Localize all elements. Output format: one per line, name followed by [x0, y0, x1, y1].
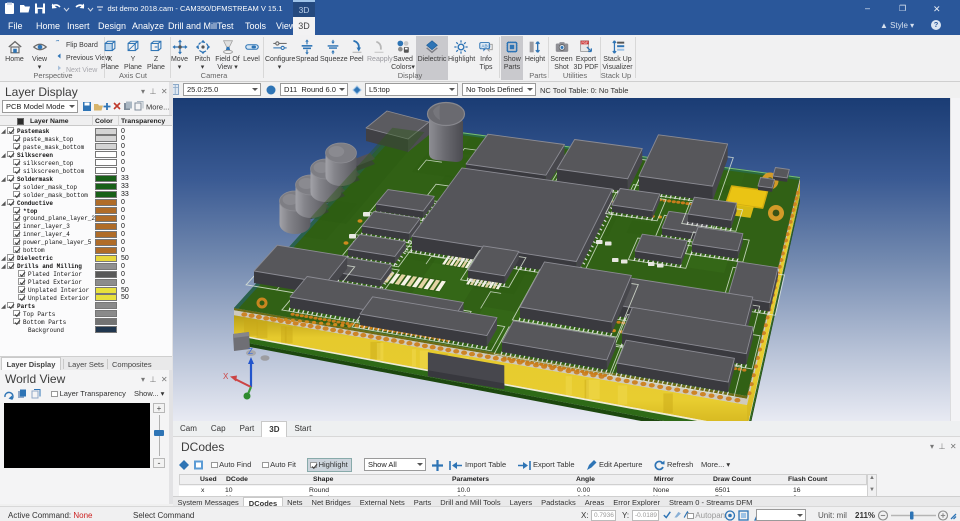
svg-text:PDF: PDF [582, 41, 588, 45]
svg-text:More... ▾: More... ▾ [146, 103, 170, 112]
svg-text:X: X [223, 372, 229, 381]
svg-text:Z: Z [248, 347, 253, 356]
